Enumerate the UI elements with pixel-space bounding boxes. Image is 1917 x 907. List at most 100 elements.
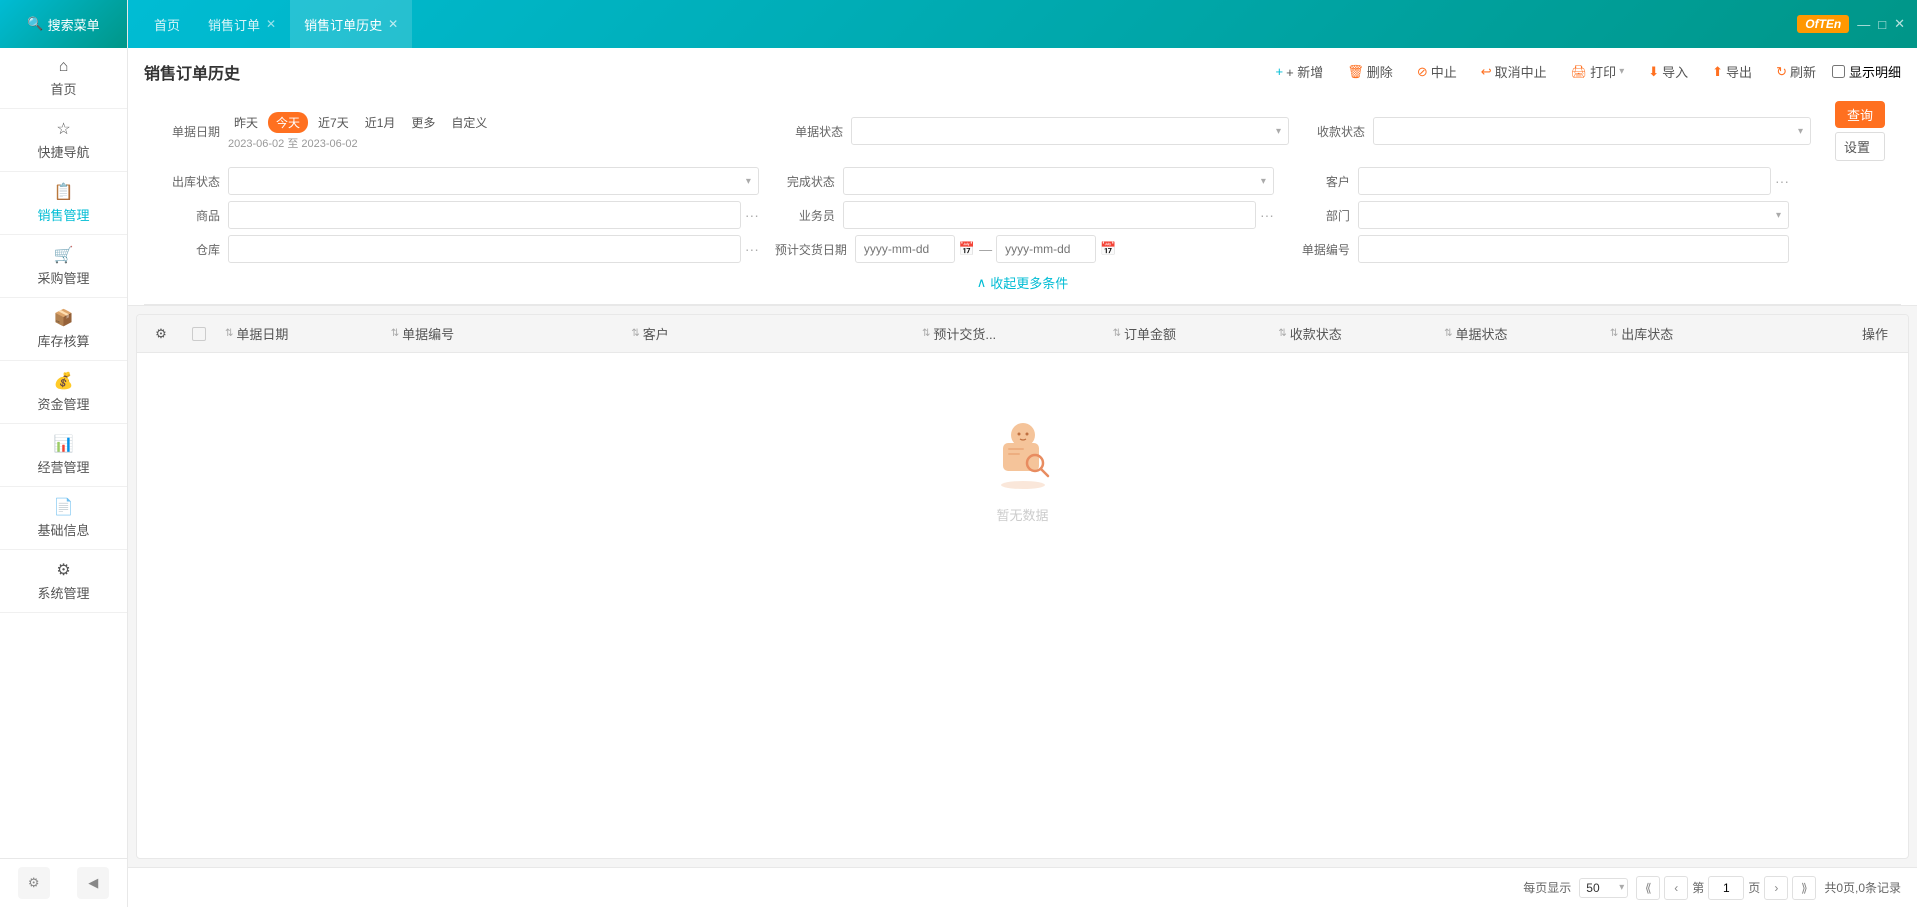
sidebar-item-system[interactable]: ⚙ 系统管理 — [0, 550, 127, 613]
tab-sales-order-close[interactable]: ✕ — [266, 17, 276, 31]
out-status-select[interactable] — [228, 167, 759, 195]
show-detail-checkbox[interactable] — [1832, 65, 1845, 78]
window-close-btn[interactable]: ✕ — [1894, 16, 1905, 32]
sidebar-search[interactable]: 🔍 搜索菜单 — [0, 0, 127, 48]
page-first-btn[interactable]: ⟪ — [1636, 876, 1660, 900]
product-input[interactable] — [228, 201, 741, 229]
sidebar-item-home[interactable]: ⌂ 首页 — [0, 48, 127, 109]
th-amount[interactable]: ⇅ 订单金额 — [1105, 324, 1271, 343]
query-settings-group: 查询 设置 — [1835, 101, 1885, 161]
new-button[interactable]: + + 新增 — [1267, 58, 1331, 85]
th-doc-status[interactable]: ⇅ 单据状态 — [1436, 324, 1602, 343]
import-button[interactable]: ⬇ 导入 — [1640, 58, 1696, 85]
sort-icon: ⇅ — [1278, 328, 1286, 339]
page-next-btn[interactable]: › — [1764, 876, 1788, 900]
show-detail-checkbox-wrap[interactable]: 显示明细 — [1832, 62, 1901, 81]
th-date-label: 单据日期 — [236, 324, 288, 343]
delivery-date-picker: 📅 — 📅 — [855, 235, 1274, 263]
department-select[interactable] — [1358, 201, 1789, 229]
warehouse-input[interactable] — [228, 235, 741, 263]
date-control: 昨天 今天 近7天 近1月 更多 自定义 2023-06-02 至 2023-0… — [228, 112, 767, 151]
stop-button[interactable]: ⊘ 中止 — [1409, 58, 1465, 85]
date-today-btn[interactable]: 今天 — [268, 112, 308, 133]
sidebar-item-quick-nav[interactable]: ☆ 快捷导航 — [0, 109, 127, 172]
th-checkbox[interactable] — [181, 327, 217, 341]
customer-control: ··· — [1358, 167, 1789, 195]
th-settings[interactable]: ⚙ — [141, 326, 181, 342]
header-checkbox[interactable] — [192, 327, 206, 341]
customer-dots-btn[interactable]: ··· — [1775, 173, 1789, 189]
th-customer[interactable]: ⇅ 客户 — [623, 324, 914, 343]
sidebar-item-finance[interactable]: 💰 资金管理 — [0, 361, 127, 424]
date-7days-btn[interactable]: 近7天 — [312, 112, 355, 133]
th-date[interactable]: ⇅ 单据日期 — [217, 324, 383, 343]
pay-status-select[interactable] — [1373, 117, 1811, 145]
sidebar-item-basic[interactable]: 📄 基础信息 — [0, 487, 127, 550]
sidebar-item-label: 基础信息 — [37, 520, 89, 539]
tab-sales-order[interactable]: 销售订单 ✕ — [194, 0, 290, 48]
doc-status-label: 单据状态 — [783, 123, 843, 140]
print-icon: 🖨 — [1571, 64, 1588, 80]
window-minimize-btn[interactable]: — — [1857, 17, 1870, 32]
complete-status-select[interactable] — [843, 167, 1274, 195]
refresh-icon: ↻ — [1776, 64, 1787, 80]
delete-icon: 🗑 — [1347, 64, 1364, 80]
refresh-button[interactable]: ↻ 刷新 — [1768, 58, 1824, 85]
sidebar-item-inventory[interactable]: 📦 库存核算 — [0, 298, 127, 361]
filter-pay-status: 收款状态 ▾ — [1305, 117, 1811, 145]
delivery-date-end-cal-icon[interactable]: 📅 — [1100, 241, 1116, 257]
cancel-stop-button[interactable]: ↩ 取消中止 — [1473, 58, 1555, 85]
th-pay-status-label: 收款状态 — [1290, 324, 1342, 343]
out-status-select-wrap: ▾ — [228, 167, 759, 195]
page-last-btn[interactable]: ⟫ — [1792, 876, 1816, 900]
th-delivery[interactable]: ⇅ 预计交货... — [914, 324, 1105, 343]
per-page-select[interactable]: 10 20 50 100 — [1579, 878, 1628, 898]
sidebar-item-label: 系统管理 — [37, 583, 89, 602]
warehouse-dots-btn[interactable]: ··· — [745, 241, 759, 257]
filter-row-1: 单据日期 昨天 今天 近7天 近1月 更多 自定义 — [160, 101, 1885, 161]
doc-status-select[interactable] — [851, 117, 1289, 145]
pay-status-select-wrap: ▾ — [1373, 117, 1811, 145]
th-pay-status[interactable]: ⇅ 收款状态 — [1270, 324, 1436, 343]
page-label-after: 页 — [1748, 879, 1760, 896]
query-button[interactable]: 查询 — [1835, 101, 1885, 128]
delivery-date-start-input[interactable] — [855, 235, 955, 263]
date-yesterday-btn[interactable]: 昨天 — [228, 112, 264, 133]
sidebar-item-operation[interactable]: 📊 经营管理 — [0, 424, 127, 487]
settings-button[interactable]: 设置 — [1835, 132, 1885, 161]
date-custom-btn[interactable]: 自定义 — [445, 112, 493, 133]
date-1month-btn[interactable]: 近1月 — [359, 112, 402, 133]
delivery-date-end-input[interactable] — [996, 235, 1096, 263]
customer-input[interactable] — [1358, 167, 1771, 195]
new-label: + 新增 — [1286, 62, 1323, 81]
sidebar-collapse-btn[interactable]: ◀ — [77, 867, 109, 899]
delivery-date-start-cal-icon[interactable]: 📅 — [959, 241, 975, 257]
th-amount-label: 订单金额 — [1124, 324, 1176, 343]
page-prev-btn[interactable]: ‹ — [1664, 876, 1688, 900]
th-action: 操作 — [1780, 324, 1904, 343]
delete-button[interactable]: 🗑 删除 — [1339, 58, 1401, 85]
tab-sales-order-history-close[interactable]: ✕ — [388, 17, 398, 31]
sidebar-settings-btn[interactable]: ⚙ — [18, 867, 50, 899]
salesperson-input[interactable] — [843, 201, 1256, 229]
collapse-btn[interactable]: ∧ 收起更多条件 — [160, 269, 1885, 296]
date-more-btn[interactable]: 更多 — [405, 112, 441, 133]
sidebar-item-purchase[interactable]: 🛒 采购管理 — [0, 235, 127, 298]
product-dots-btn[interactable]: ··· — [745, 207, 759, 223]
th-doc-no[interactable]: ⇅ 单据编号 — [383, 324, 624, 343]
page-number-input[interactable] — [1708, 876, 1744, 900]
page-nav: ⟪ ‹ 第 页 › ⟫ — [1636, 876, 1816, 900]
export-button[interactable]: ⬆ 导出 — [1704, 58, 1760, 85]
tab-home[interactable]: 首页 — [140, 0, 194, 48]
window-maximize-btn[interactable]: □ — [1878, 17, 1886, 32]
tab-sales-order-history[interactable]: 销售订单历史 ✕ — [290, 0, 412, 48]
filter-form: 单据日期 昨天 今天 近7天 近1月 更多 自定义 — [144, 93, 1901, 305]
print-button[interactable]: 🖨 打印 ▾ — [1563, 58, 1633, 85]
content: 销售订单历史 + + 新增 🗑 删除 ⊘ 中止 ↩ — [128, 48, 1917, 907]
complete-status-label: 完成状态 — [775, 173, 835, 190]
th-out-status[interactable]: ⇅ 出库状态 — [1602, 324, 1780, 343]
doc-no-input[interactable] — [1358, 235, 1789, 263]
sidebar-item-sales[interactable]: 📋 销售管理 — [0, 172, 127, 235]
topbar-right: OfTEn — □ ✕ — [1797, 15, 1905, 33]
salesperson-dots-btn[interactable]: ··· — [1260, 207, 1274, 223]
